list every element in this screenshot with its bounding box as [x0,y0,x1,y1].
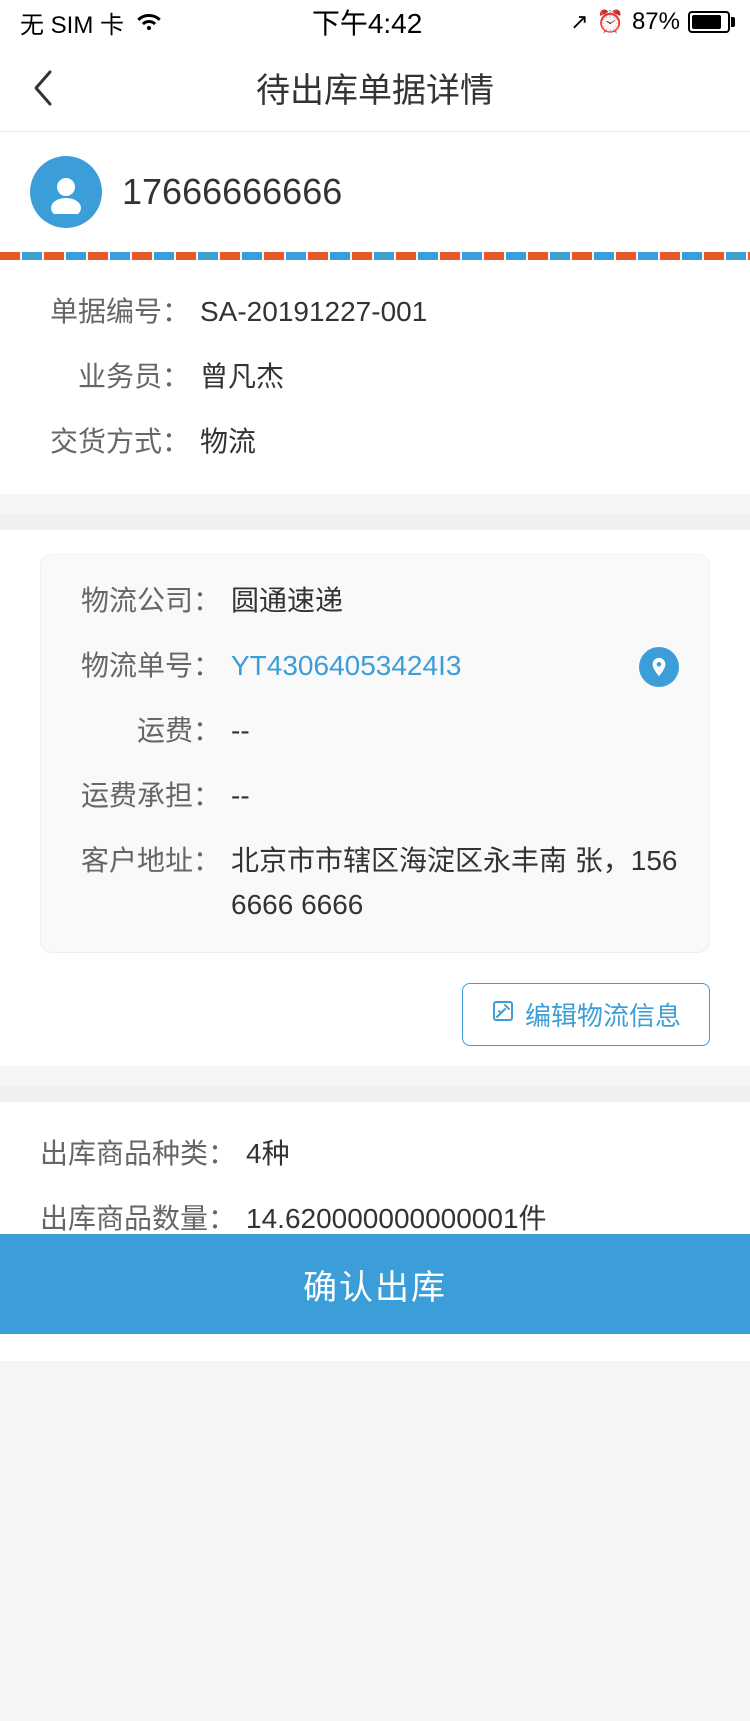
delivery-value: 物流 [190,420,710,465]
document-no-value: SA-20191227-001 [190,290,710,335]
document-no-label: 单据编号： [40,290,190,335]
salesman-value: 曾凡杰 [190,355,710,400]
gray-divider-1 [0,514,750,530]
tracking-value: YT43064053424I3 [231,644,623,689]
edit-logistics-button[interactable]: 编辑物流信息 [462,983,710,1046]
freight-bear-value: -- [221,774,679,819]
company-value: 圆通速递 [221,579,679,624]
tracking-row: 物流单号： YT43064053424I3 [71,644,679,689]
bottom-pad [0,1601,750,1721]
document-no-row: 单据编号： SA-20191227-001 [40,290,710,335]
category-value: 4种 [236,1132,710,1177]
freight-row: 运费： -- [71,709,679,754]
tracking-location-icon[interactable] [639,647,679,687]
bottom-spacer [0,1361,750,1601]
delivery-label: 交货方式： [40,420,190,465]
edit-logistics-label: 编辑物流信息 [525,996,681,1033]
address-value: 北京市市辖区海淀区永丰南 张，156 6666 6666 [221,839,679,929]
edit-logistics-container: 编辑物流信息 [40,973,710,1050]
category-row: 出库商品种类： 4种 [40,1132,710,1177]
battery-icon [688,11,730,33]
wifi-icon [134,8,164,37]
edit-icon [491,999,515,1030]
carrier-label: 无 SIM 卡 [20,5,124,40]
location-status-icon: ↗ [570,9,588,35]
freight-value: -- [221,709,679,754]
freight-bear-row: 运费承担： -- [71,774,679,819]
delivery-row: 交货方式： 物流 [40,420,710,465]
main-content: 17666666666 单据编号： SA-20191227-001 业务员： 曾… [0,132,750,1721]
status-right: ↗ ⏰ 87% [570,8,730,36]
time-label: 下午4:42 [312,2,423,42]
confirm-button[interactable]: 确认出库 [0,1234,750,1334]
nav-bar: 待出库单据详情 [0,44,750,132]
company-label: 物流公司： [71,579,221,624]
gray-divider-2 [0,1086,750,1102]
salesman-row: 业务员： 曾凡杰 [40,355,710,400]
customer-header: 17666666666 [0,132,750,252]
freight-bear-label: 运费承担： [71,774,221,819]
goods-section: 出库商品种类： 4种 出库商品数量： 14.620000000000001件 [0,1102,750,1252]
salesman-label: 业务员： [40,355,190,400]
alarm-icon: ⏰ [597,9,624,35]
avatar [30,156,102,228]
logistics-section: 物流公司： 圆通速递 物流单号： YT43064053424I3 运费： -- … [0,530,750,1066]
battery-label: 87% [632,8,680,36]
status-left: 无 SIM 卡 [20,5,164,40]
tracking-label: 物流单号： [71,644,221,689]
page-title: 待出库单据详情 [256,63,494,112]
tracking-value-container: YT43064053424I3 [221,644,679,689]
customer-phone: 17666666666 [122,171,342,213]
address-row: 客户地址： 北京市市辖区海淀区永丰南 张，156 6666 6666 [71,839,679,929]
confirm-button-label: 确认出库 [303,1260,447,1309]
category-label: 出库商品种类： [40,1132,236,1177]
logistics-card: 物流公司： 圆通速递 物流单号： YT43064053424I3 运费： -- … [40,554,710,953]
order-info-section: 单据编号： SA-20191227-001 业务员： 曾凡杰 交货方式： 物流 [0,260,750,494]
freight-label: 运费： [71,709,221,754]
status-bar: 无 SIM 卡 下午4:42 ↗ ⏰ 87% [0,0,750,44]
company-row: 物流公司： 圆通速递 [71,579,679,624]
back-button[interactable] [30,68,54,108]
address-label: 客户地址： [71,839,221,884]
dashed-divider [0,252,750,260]
